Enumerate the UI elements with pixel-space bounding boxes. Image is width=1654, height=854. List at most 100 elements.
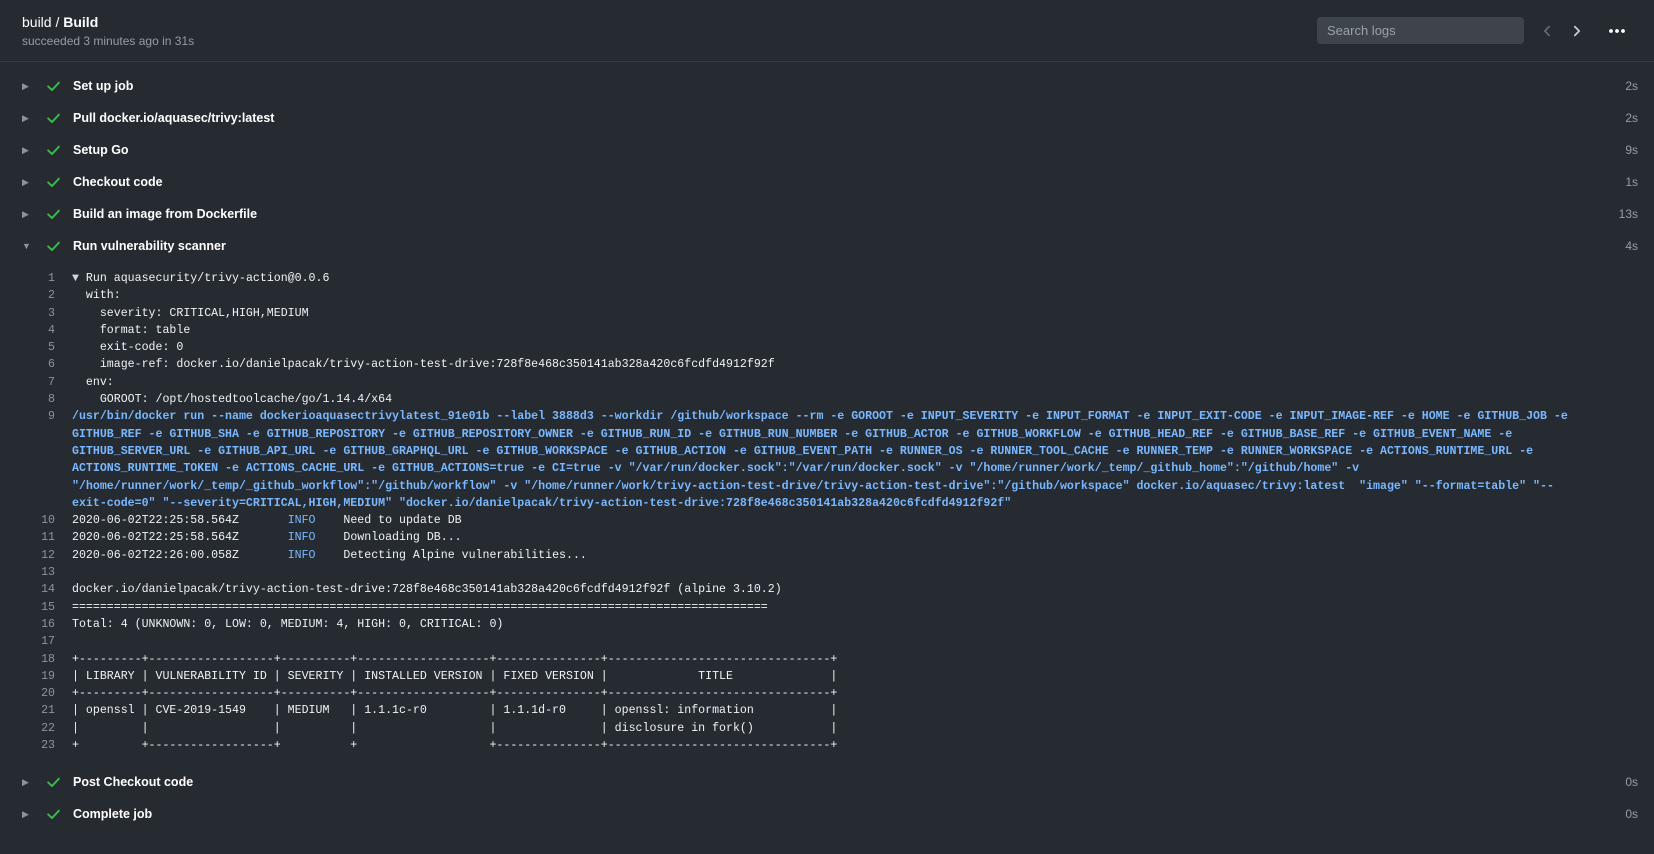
step-row-checkout-code[interactable]: ▶ Checkout code 1s xyxy=(0,166,1654,198)
log-line: 21 | openssl | CVE-2019-1549 | MEDIUM | 1… xyxy=(0,702,1654,719)
log-text: 2020-06-02T22:25:58.564Z xyxy=(72,514,288,528)
log-text: +---------+------------------+----------… xyxy=(72,687,838,701)
log-line-content: docker.io/danielpacak/trivy-action-test-… xyxy=(72,581,782,598)
check-icon xyxy=(46,143,61,158)
log-line-number xyxy=(0,478,72,495)
log-text: with: xyxy=(72,289,121,303)
log-line: 7 env: xyxy=(0,374,1654,391)
log-line-content: with: xyxy=(72,287,121,304)
log-text: | | | | | | disclosure in fork() | xyxy=(72,721,838,735)
log-line-number[interactable]: 13 xyxy=(0,564,72,581)
step-row-build-an-image-from-dockerfile[interactable]: ▶ Build an image from Dockerfile 13s xyxy=(0,198,1654,230)
log-line-number[interactable]: 3 xyxy=(0,305,72,322)
step-label: Post Checkout code xyxy=(73,775,194,790)
log-command-text: GITHUB_SERVER_URL -e GITHUB_API_URL -e G… xyxy=(72,444,1534,458)
log-line-number[interactable]: 21 xyxy=(0,702,72,719)
log-line-number[interactable]: 11 xyxy=(0,529,72,546)
breadcrumb: build / xyxy=(22,13,60,30)
step-label: Pull docker.io/aquasec/trivy:latest xyxy=(73,111,275,125)
log-block-run-vulnerability-scanner: 1 ▼ Run aquasecurity/trivy-action@0.0.6 2 … xyxy=(0,262,1654,766)
log-line-number[interactable]: 5 xyxy=(0,339,72,356)
triangle-right-icon[interactable]: ▶ xyxy=(22,777,33,787)
log-line: ACTIONS_RUNTIME_TOKEN -e ACTIONS_CACHE_U… xyxy=(0,460,1654,477)
log-line-number[interactable]: 10 xyxy=(0,512,72,529)
log-line: 14 docker.io/danielpacak/trivy-action-tes… xyxy=(0,581,1654,598)
log-text: | LIBRARY | VULNERABILITY ID | SEVERITY … xyxy=(72,669,838,683)
log-line: 11 2020-06-02T22:25:58.564Z INFO Download… xyxy=(0,529,1654,546)
log-line-content: ACTIONS_RUNTIME_TOKEN -e ACTIONS_CACHE_U… xyxy=(72,460,1359,477)
triangle-right-icon[interactable]: ▶ xyxy=(22,145,33,155)
log-text: 2020-06-02T22:26:00.058Z xyxy=(72,548,288,562)
triangle-right-icon[interactable]: ▶ xyxy=(22,177,33,187)
page-title: build / Build xyxy=(22,14,194,30)
log-line-content: image-ref: docker.io/danielpacak/trivy-a… xyxy=(72,356,775,373)
log-line-number[interactable]: 4 xyxy=(0,322,72,339)
log-line-content: /usr/bin/docker run --name dockerioaquas… xyxy=(72,408,1568,425)
log-line: 18 +---------+------------------+--------… xyxy=(0,651,1654,668)
log-line-content: + +------------------+ + +--------------… xyxy=(72,737,837,754)
log-line: 9/usr/bin/docker run --name dockerioaqua… xyxy=(0,408,1654,425)
prev-match-button[interactable] xyxy=(1532,16,1562,46)
triangle-right-icon[interactable]: ▶ xyxy=(22,113,33,123)
log-line-number[interactable]: 16 xyxy=(0,616,72,633)
log-line-number[interactable]: 14 xyxy=(0,581,72,598)
log-line-number[interactable]: 1 xyxy=(0,270,72,287)
log-line-number[interactable]: 12 xyxy=(0,547,72,564)
log-line-number[interactable]: 6 xyxy=(0,356,72,373)
log-text: Total: 4 (UNKNOWN: 0, LOW: 0, MEDIUM: 4,… xyxy=(72,617,504,631)
step-label: Complete job xyxy=(73,807,153,822)
log-line: 5 exit-code: 0 xyxy=(0,339,1654,356)
log-line-number[interactable]: 15 xyxy=(0,599,72,616)
log-text: Downloading DB... xyxy=(315,531,462,545)
step-duration: 2s xyxy=(1625,79,1638,93)
log-text: ========================================… xyxy=(72,600,768,614)
check-icon xyxy=(46,239,61,254)
log-line-number[interactable]: 9 xyxy=(0,408,72,425)
triangle-right-icon[interactable]: ▶ xyxy=(22,81,33,91)
step-label: Build an image from Dockerfile xyxy=(73,207,258,221)
triangle-right-icon[interactable]: ▶ xyxy=(22,809,33,819)
step-row-run-vulnerability-scanner[interactable]: ▼ Run vulnerability scanner 4s xyxy=(0,230,1654,262)
log-group-toggle-icon[interactable]: ▼ xyxy=(72,272,86,285)
chevron-left-icon xyxy=(1540,24,1554,38)
log-line-number[interactable]: 18 xyxy=(0,651,72,668)
log-info-badge: INFO xyxy=(287,548,316,562)
next-match-button[interactable] xyxy=(1562,16,1592,46)
log-line-number[interactable]: 20 xyxy=(0,685,72,702)
step-row-set-up-job[interactable]: ▶ Set up job 2s xyxy=(0,70,1654,102)
log-line-number[interactable]: 7 xyxy=(0,374,72,391)
step-duration: 13s xyxy=(1618,207,1638,221)
check-icon xyxy=(46,775,61,790)
log-line: 6 image-ref: docker.io/danielpacak/trivy… xyxy=(0,356,1654,373)
chevron-right-icon xyxy=(1570,24,1584,38)
log-line-number[interactable]: 22 xyxy=(0,720,72,737)
log-line-content: 2020-06-02T22:25:58.564Z INFO Downloadin… xyxy=(72,529,462,546)
triangle-down-icon[interactable]: ▼ xyxy=(22,241,33,251)
log-line-number[interactable]: 8 xyxy=(0,391,72,408)
log-settings-button[interactable] xyxy=(1602,16,1632,46)
log-line-number[interactable]: 23 xyxy=(0,737,72,754)
log-line-number[interactable]: 17 xyxy=(0,633,72,650)
log-text: + +------------------+ + +--------------… xyxy=(72,739,838,753)
log-line-content: exit-code: 0 xyxy=(72,339,184,356)
log-command-text: /usr/bin/docker run --name dockerioaquas… xyxy=(72,410,1568,424)
log-line-number[interactable]: 2 xyxy=(0,287,72,304)
log-text: docker.io/danielpacak/trivy-action-test-… xyxy=(72,583,782,597)
step-row-complete-job[interactable]: ▶ Complete job 0s xyxy=(0,798,1654,830)
triangle-right-icon[interactable]: ▶ xyxy=(22,209,33,219)
log-line-number[interactable]: 19 xyxy=(0,668,72,685)
log-line-content: format: table xyxy=(72,322,190,339)
step-duration: 0s xyxy=(1625,775,1638,790)
log-line: 10 2020-06-02T22:25:58.564Z INFO Need to … xyxy=(0,512,1654,529)
log-line: 4 format: table xyxy=(0,322,1654,339)
log-line-content: +---------+------------------+----------… xyxy=(72,685,837,702)
log-text: GOROOT: /opt/hostedtoolcache/go/1.14.4/x… xyxy=(72,393,393,407)
kebab-horizontal-icon xyxy=(1608,28,1626,34)
log-line: 8 GOROOT: /opt/hostedtoolcache/go/1.14.4… xyxy=(0,391,1654,408)
step-row-post-checkout-code[interactable]: ▶ Post Checkout code 0s xyxy=(0,766,1654,798)
log-line: 2 with: xyxy=(0,287,1654,304)
step-row-pull-docker-io-aquasec-trivy-latest[interactable]: ▶ Pull docker.io/aquasec/trivy:latest 2s xyxy=(0,102,1654,134)
search-logs-input[interactable] xyxy=(1317,17,1524,44)
log-line-content: 2020-06-02T22:26:00.058Z INFO Detecting … xyxy=(72,547,587,564)
step-row-setup-go[interactable]: ▶ Setup Go 9s xyxy=(0,134,1654,166)
